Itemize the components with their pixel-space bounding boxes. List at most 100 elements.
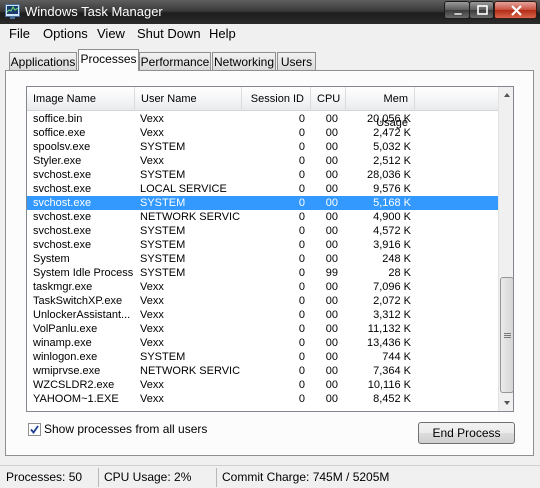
table-row[interactable]: VolPanlu.exe Vexx 0 00 11,132 K [27,322,498,336]
table-row[interactable]: svchost.exe SYSTEM 0 00 4,572 K [27,224,498,238]
table-row[interactable]: svchost.exe SYSTEM 0 00 5,168 K [27,196,498,210]
scroll-up-icon [504,93,510,97]
menu-options[interactable]: Options [43,26,88,41]
cell-user-name: Vexx [140,113,164,125]
table-row[interactable]: System Idle Process SYSTEM 0 99 28 K [27,266,498,280]
show-all-users-label[interactable]: Show processes from all users [44,422,207,436]
column-mem-usage[interactable]: Mem Usage [346,87,415,129]
table-row[interactable]: wmiprvse.exe NETWORK SERVICE 0 00 7,364 K [27,364,498,378]
cell-mem-usage: 744 K [382,351,411,363]
table-row[interactable]: System SYSTEM 0 00 248 K [27,252,498,266]
cell-mem-usage: 248 K [382,253,411,265]
tab-performance[interactable]: Performance [139,52,211,71]
cell-cpu: 00 [325,295,338,307]
cell-image-name: YAHOOM~1.EXE [33,393,119,405]
cell-user-name: NETWORK SERVICE [140,211,240,223]
cell-mem-usage: 3,916 K [373,239,411,251]
column-user-name[interactable]: User Name [135,87,242,111]
table-row[interactable]: svchost.exe SYSTEM 0 00 3,916 K [27,238,498,252]
close-icon [511,5,522,16]
cell-cpu: 00 [325,155,338,167]
tab-processes[interactable]: Processes [78,49,139,71]
column-cpu[interactable]: CPU [311,87,346,111]
column-session-id[interactable]: Session ID [242,87,311,111]
cell-mem-usage: 28 K [388,267,411,279]
cell-user-name: NETWORK SERVICE [140,365,240,377]
cell-mem-usage: 9,576 K [373,183,411,195]
status-cpu-usage: CPU Usage: 2% [101,468,217,487]
cell-cpu: 00 [325,393,338,405]
close-button[interactable] [494,1,537,19]
process-rows: soffice.bin Vexx 0 00 20,056 Ksoffice.exe Vex… [27,112,498,406]
vertical-scrollbar[interactable] [498,87,513,411]
scrollbar-thumb[interactable] [500,277,513,393]
task-manager-icon [5,4,20,19]
title-bar[interactable]: Windows Task Manager [0,0,540,24]
cell-mem-usage: 2,072 K [373,295,411,307]
scroll-up-button[interactable] [499,87,513,104]
cell-cpu: 99 [325,267,338,279]
scroll-down-icon [504,401,510,405]
status-processes: Processes: 50 [3,468,99,487]
minimize-button[interactable] [444,1,470,19]
show-all-users-checkbox[interactable] [28,423,41,436]
cell-session-id: 0 [298,323,305,335]
table-row[interactable]: soffice.exe Vexx 0 00 2,472 K [27,126,498,140]
cell-session-id: 0 [298,211,305,223]
thumb-grip [504,333,511,334]
column-image-name[interactable]: Image Name [27,87,135,111]
cell-cpu: 00 [325,365,338,377]
tab-applications[interactable]: Applications [9,52,77,71]
table-row[interactable]: WZCSLDR2.exe Vexx 0 00 10,116 K [27,378,498,392]
status-bar: Processes: 50 CPU Usage: 2% Commit Charg… [0,465,540,488]
process-list[interactable]: Image Name User Name Session ID CPU Mem … [26,86,514,412]
table-row[interactable]: svchost.exe NETWORK SERVICE 0 00 4,900 K [27,210,498,224]
cell-image-name: svchost.exe [33,197,92,209]
table-row[interactable]: spoolsv.exe SYSTEM 0 00 5,032 K [27,140,498,154]
table-row[interactable]: soffice.bin Vexx 0 00 20,056 K [27,112,498,126]
cell-mem-usage: 3,312 K [373,309,411,321]
cell-cpu: 00 [325,183,338,195]
cell-user-name: SYSTEM [140,253,186,265]
cell-image-name: svchost.exe [33,225,92,237]
cell-session-id: 0 [298,295,305,307]
cell-cpu: 00 [325,225,338,237]
cell-cpu: 00 [325,323,338,335]
cell-image-name: VolPanlu.exe [33,323,98,335]
tab-users[interactable]: Users [277,52,316,71]
cell-session-id: 0 [298,337,305,349]
table-row[interactable]: svchost.exe SYSTEM 0 00 28,036 K [27,168,498,182]
cell-mem-usage: 5,168 K [373,197,411,209]
table-row[interactable]: Styler.exe Vexx 0 00 2,512 K [27,154,498,168]
table-row[interactable]: taskmgr.exe Vexx 0 00 7,096 K [27,280,498,294]
menu-view[interactable]: View [97,26,125,41]
menu-file[interactable]: File [9,26,30,41]
end-process-button[interactable]: End Process [418,422,515,444]
cell-user-name: SYSTEM [140,239,186,251]
table-row[interactable]: svchost.exe LOCAL SERVICE 0 00 9,576 K [27,182,498,196]
cell-cpu: 00 [325,379,338,391]
table-row[interactable]: winamp.exe Vexx 0 00 13,436 K [27,336,498,350]
cell-image-name: svchost.exe [33,211,92,223]
cell-cpu: 00 [325,169,338,181]
cell-cpu: 00 [325,127,338,139]
task-manager-window: Windows Task Manager File Options View S… [0,0,540,488]
cell-image-name: System [33,253,70,265]
cell-user-name: Vexx [140,337,164,349]
cell-user-name: SYSTEM [140,141,186,153]
table-row[interactable]: UnlockerAssistant... Vexx 0 00 3,312 K [27,308,498,322]
cell-image-name: wmiprvse.exe [33,365,101,377]
cell-session-id: 0 [298,197,305,209]
table-row[interactable]: YAHOOM~1.EXE Vexx 0 00 8,452 K [27,392,498,406]
table-row[interactable]: winlogon.exe SYSTEM 0 00 744 K [27,350,498,364]
tab-networking[interactable]: Networking [212,52,276,71]
cell-session-id: 0 [298,365,305,377]
table-row[interactable]: TaskSwitchXP.exe Vexx 0 00 2,072 K [27,294,498,308]
cell-mem-usage: 28,036 K [366,169,411,181]
scroll-down-button[interactable] [499,394,513,411]
menu-shut-down[interactable]: Shut Down [137,26,201,41]
menu-help[interactable]: Help [209,26,236,41]
cell-session-id: 0 [298,141,305,153]
maximize-button[interactable] [469,1,494,19]
cell-cpu: 00 [325,309,338,321]
